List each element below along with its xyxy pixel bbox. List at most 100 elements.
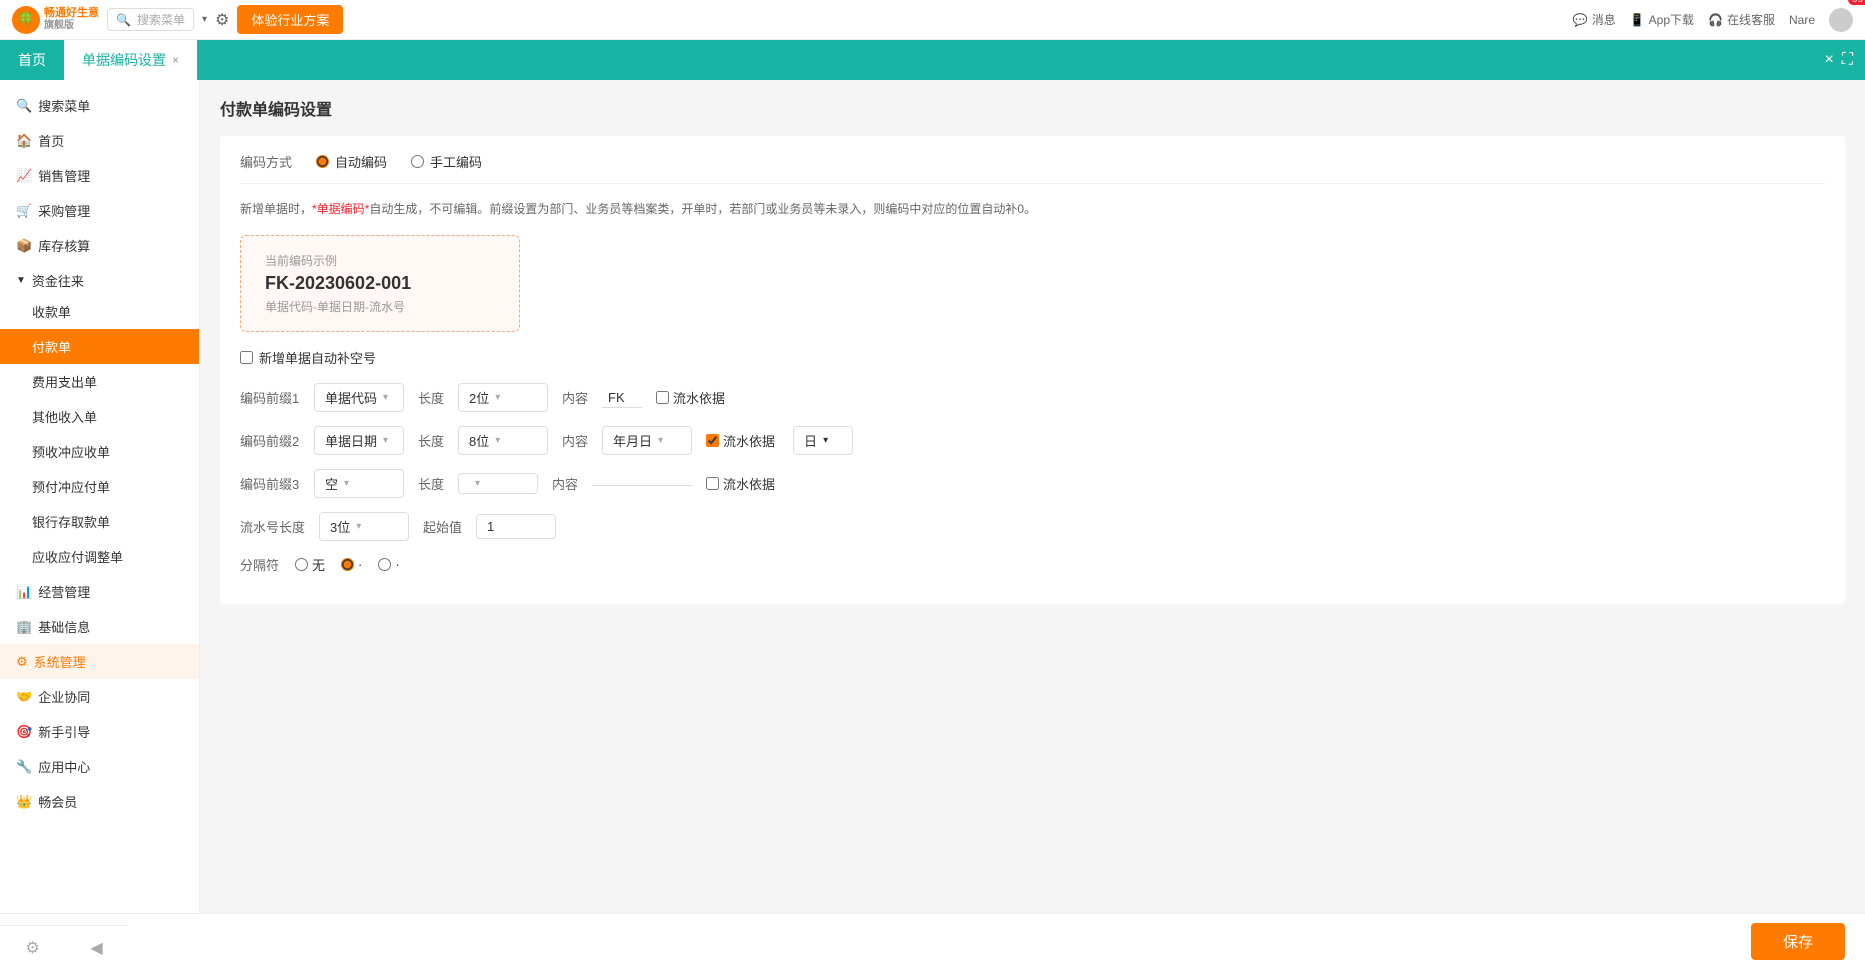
message-icon: 💬 [1573, 13, 1588, 27]
nav-tab-encoding[interactable]: 单据编码设置 × [64, 40, 197, 80]
top-bar-right: 💬 消息 99+ 📱 App下载 🎧 在线客服 Nare [1573, 8, 1853, 32]
auto-code-radio[interactable] [316, 155, 329, 168]
start-value-input[interactable]: 1 [476, 514, 556, 539]
auto-code-label: 自动编码 [335, 152, 387, 171]
waterflow2-checkbox[interactable] [706, 434, 719, 447]
sep-dot-radio[interactable] [341, 558, 354, 571]
nav-close-icon[interactable]: × [1824, 51, 1833, 69]
sidebar-item-prepay-pay[interactable]: 预付冲应付单 [0, 469, 199, 504]
waterflow3-check: 流水依据 [706, 474, 775, 493]
logo-icon: 🍀 [12, 6, 40, 34]
day-select[interactable]: 日 ▾ [793, 426, 853, 455]
prepay-pay-label: 预付冲应付单 [32, 477, 110, 496]
sidebar-group-capital[interactable]: ▼ 资金往来 [0, 263, 199, 294]
search-bar[interactable]: 🔍 搜索菜单 [107, 8, 194, 31]
sep-none-radio[interactable] [295, 558, 308, 571]
sidebar-item-guide[interactable]: 🎯 新手引导 [0, 714, 199, 749]
length3-arrow: ▾ [475, 478, 480, 489]
waterflow1-checkbox[interactable] [656, 391, 669, 404]
sidebar-item-inventory[interactable]: 📦 库存核算 [0, 228, 199, 263]
manual-code-radio[interactable] [411, 155, 424, 168]
dropdown-arrow[interactable]: ▾ [202, 14, 207, 25]
waterflow1-check: 流水依据 [656, 388, 725, 407]
home-label: 首页 [38, 131, 64, 150]
prefix2-select[interactable]: 单据日期 ▾ [314, 426, 404, 455]
app-logo: 🍀 畅通好生意 旗舰版 [12, 6, 99, 34]
length2-arrow: ▾ [495, 435, 500, 446]
sidebar-item-home[interactable]: 🏠 首页 [0, 123, 199, 158]
user-name[interactable]: Nare [1789, 13, 1815, 27]
serial-length-select[interactable]: 3位 ▾ [319, 512, 409, 541]
tab-close-icon[interactable]: × [172, 53, 179, 67]
trial-button[interactable]: 体验行业方案 [237, 5, 343, 34]
page-title: 付款单编码设置 [220, 96, 1845, 120]
search-menu-label: 搜索菜单 [38, 96, 90, 115]
app-download-label: App下载 [1649, 11, 1694, 28]
prefix3-select[interactable]: 空 ▾ [314, 469, 404, 498]
waterflow3-checkbox[interactable] [706, 477, 719, 490]
prefix2-arrow: ▾ [383, 435, 388, 446]
preview-sub: 单据代码-单据日期-流水号 [265, 298, 495, 315]
user-avatar[interactable] [1829, 8, 1853, 32]
save-button[interactable]: 保存 [1751, 923, 1845, 960]
prefix1-row: 编码前缀1 单据代码 ▾ 长度 2位 ▾ 内容 FK 流水依据 [240, 383, 1825, 412]
length2-select[interactable]: 8位 ▾ [458, 426, 548, 455]
nav-home[interactable]: 首页 [0, 40, 64, 80]
app-center-icon: 🔧 [16, 759, 32, 775]
sidebar-item-basic[interactable]: 🏢 基础信息 [0, 609, 199, 644]
capital-label: 资金往来 [32, 271, 84, 290]
app-download-btn[interactable]: 📱 App下载 [1630, 11, 1694, 28]
separator-label: 分隔符 [240, 555, 279, 574]
sidebar-item-payment[interactable]: 付款单 [0, 329, 199, 364]
sep-dash-radio[interactable] [378, 558, 391, 571]
sidebar-item-corp[interactable]: 🤝 企业协同 [0, 679, 199, 714]
payment-label: 付款单 [32, 337, 71, 356]
sidebar-item-management[interactable]: 📊 经营管理 [0, 574, 199, 609]
manual-code-option[interactable]: 手工编码 [411, 152, 482, 171]
content2-select[interactable]: 年月日 ▾ [602, 426, 692, 455]
sidebar-item-member[interactable]: 👑 畅会员 [0, 784, 199, 819]
sidebar-item-receipt[interactable]: 收款单 [0, 294, 199, 329]
prefix1-select[interactable]: 单据代码 ▾ [314, 383, 404, 412]
section-card: 编码方式 自动编码 手工编码 新增单据时，*单据编码*自动生成，不可编辑。前缀设… [220, 136, 1845, 604]
sidebar-item-app-center[interactable]: 🔧 应用中心 [0, 749, 199, 784]
nav-bar-right: × ⛶ [1812, 51, 1865, 69]
system-label: 系统管理 [34, 652, 86, 671]
other-income-label: 其他收入单 [32, 407, 97, 426]
prefix3-row: 编码前缀3 空 ▾ 长度 ▾ 内容 流水依据 [240, 469, 1825, 498]
length3-select[interactable]: ▾ [458, 473, 538, 494]
sep-dash-option[interactable]: · [378, 557, 399, 572]
auto-fill-checkbox[interactable] [240, 351, 253, 364]
sidebar-item-search[interactable]: 🔍 搜索菜单 [0, 88, 199, 123]
length1-select[interactable]: 2位 ▾ [458, 383, 548, 412]
sep-dot-option[interactable]: · [341, 557, 362, 572]
auto-code-option[interactable]: 自动编码 [316, 152, 387, 171]
notice-text: 新增单据时，*单据编码*自动生成，不可编辑。前缀设置为部门、业务员等档案类，开单… [240, 200, 1825, 219]
bank-label: 银行存取款单 [32, 512, 110, 531]
sidebar-item-prepay-recv[interactable]: 预收冲应收单 [0, 434, 199, 469]
waterflow2-label: 流水依据 [723, 431, 775, 450]
sales-icon: 📈 [16, 168, 32, 184]
management-label: 经营管理 [38, 582, 90, 601]
sidebar-item-sales[interactable]: 📈 销售管理 [0, 158, 199, 193]
prefix3-label: 编码前缀3 [240, 474, 300, 493]
sep-none-option[interactable]: 无 [295, 555, 325, 574]
sidebar-item-purchase[interactable]: 🛒 采购管理 [0, 193, 199, 228]
serial-row: 流水号长度 3位 ▾ 起始值 1 [240, 512, 1825, 541]
online-service-btn[interactable]: 🎧 在线客服 [1708, 11, 1775, 28]
content-area: 付款单编码设置 编码方式 自动编码 手工编码 新增单据时，*单据编码*自动生成，… [200, 80, 1865, 913]
message-btn[interactable]: 💬 消息 99+ [1573, 11, 1616, 28]
sidebar-item-adjust[interactable]: 应收应付调整单 [0, 539, 199, 574]
sidebar-item-bank[interactable]: 银行存取款单 [0, 504, 199, 539]
sep-dash-label: · [395, 557, 399, 572]
nav-fullscreen-icon[interactable]: ⛶ [1842, 51, 1853, 69]
preview-code: FK-20230602-001 [265, 273, 495, 294]
receipt-label: 收款单 [32, 302, 71, 321]
logo-sub: 旗舰版 [44, 20, 99, 32]
settings-icon[interactable]: ⚙ [215, 10, 229, 30]
sidebar-item-system[interactable]: ⚙ 系统管理 [0, 644, 199, 679]
sidebar-item-expense[interactable]: 费用支出单 [0, 364, 199, 399]
sidebar-item-other-income[interactable]: 其他收入单 [0, 399, 199, 434]
length1-arrow: ▾ [495, 392, 500, 403]
management-icon: 📊 [16, 584, 32, 600]
